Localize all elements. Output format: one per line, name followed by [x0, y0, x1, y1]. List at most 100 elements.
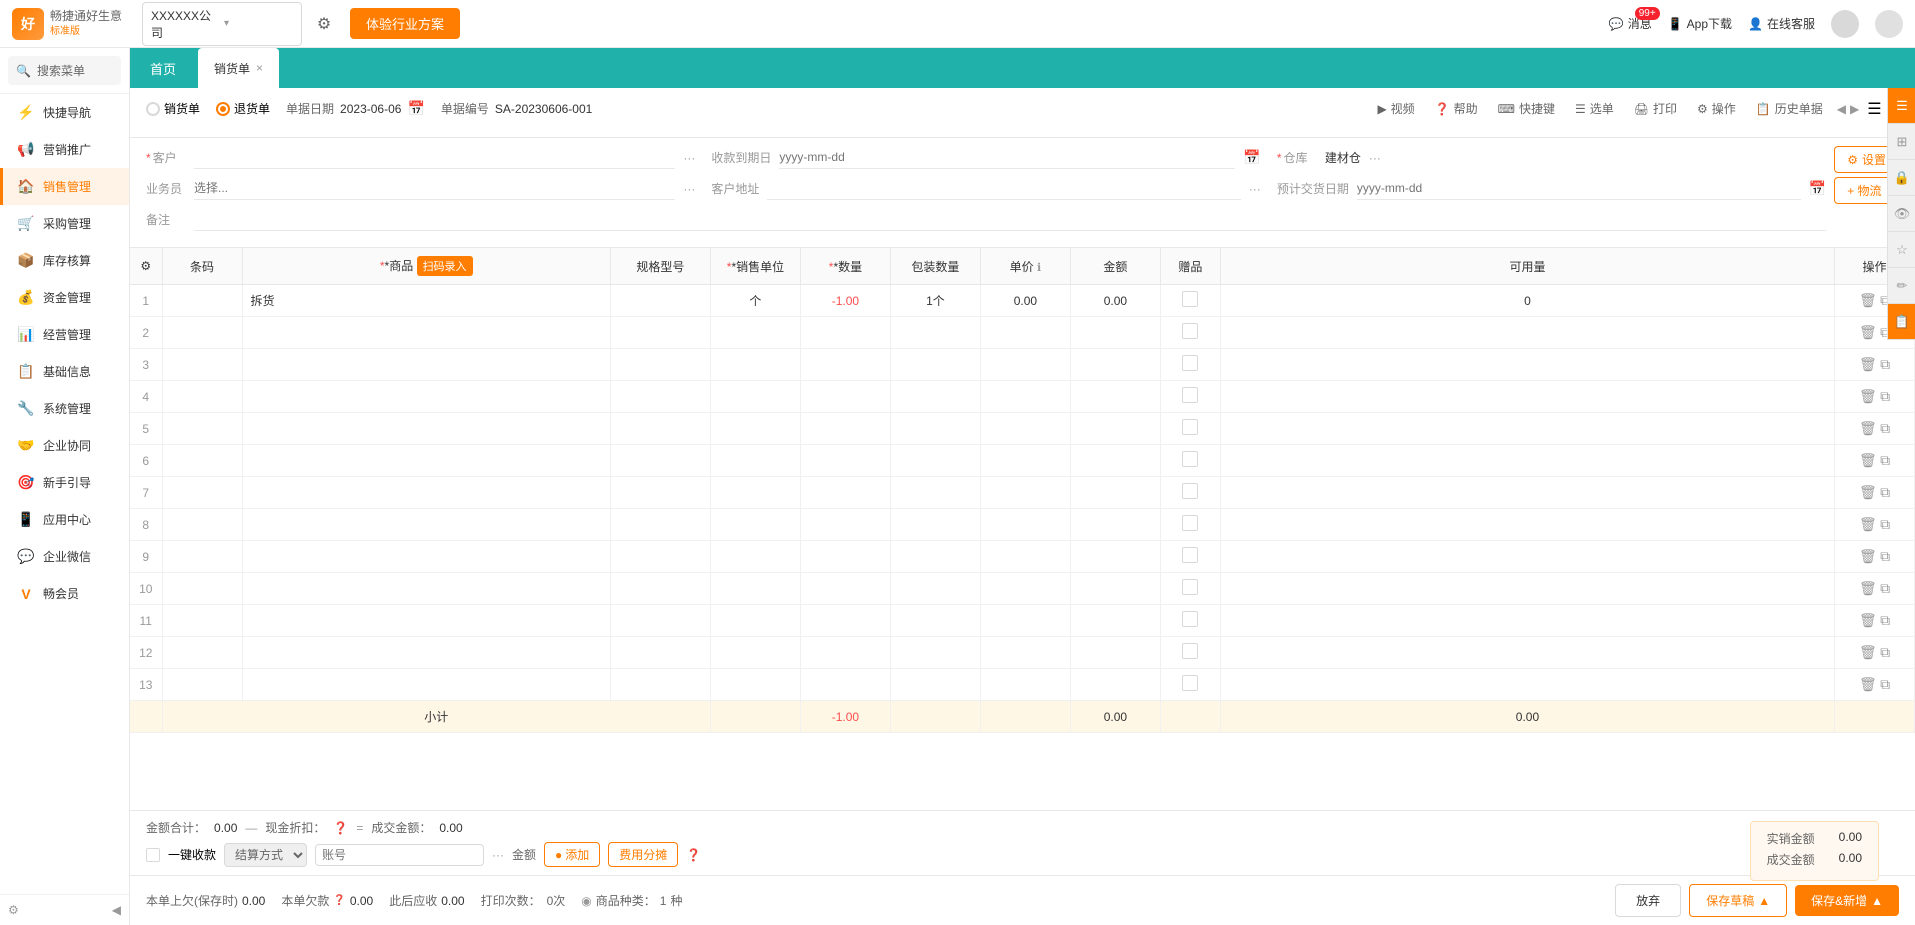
add-payment-btn[interactable]: ● 添加	[544, 842, 600, 867]
delete-row-icon[interactable]: 🗑	[1859, 452, 1877, 468]
eye-float-btn[interactable]: 👁	[1888, 196, 1915, 232]
row-amount[interactable]	[1070, 573, 1160, 605]
select-order-btn[interactable]: ☰ 选单	[1569, 98, 1620, 119]
row-unit[interactable]: 个	[710, 285, 800, 317]
row-product[interactable]	[242, 317, 610, 349]
gift-checkbox[interactable]	[1182, 579, 1198, 595]
row-pack-qty[interactable]	[890, 477, 980, 509]
row-unit[interactable]	[710, 445, 800, 477]
row-barcode[interactable]	[162, 573, 242, 605]
app-download-btn[interactable]: 📱 App下载	[1668, 15, 1732, 32]
gift-checkbox[interactable]	[1182, 611, 1198, 627]
copy-row-icon[interactable]: ⧉	[1880, 516, 1890, 532]
row-unit-price[interactable]	[980, 573, 1070, 605]
row-quantity[interactable]: -1.00	[800, 285, 890, 317]
fee-help-icon[interactable]: ❓	[686, 848, 701, 862]
row-gift[interactable]	[1160, 509, 1220, 541]
row-barcode[interactable]	[162, 381, 242, 413]
delete-row-icon[interactable]: 🗑	[1859, 580, 1877, 596]
row-product[interactable]	[242, 541, 610, 573]
row-pack-qty[interactable]	[890, 605, 980, 637]
row-gift[interactable]	[1160, 349, 1220, 381]
row-spec[interactable]	[610, 317, 710, 349]
salesperson-dots[interactable]: ···	[683, 182, 695, 196]
copy-row-icon[interactable]: ⧉	[1880, 452, 1890, 468]
gift-checkbox[interactable]	[1182, 323, 1198, 339]
row-gift[interactable]	[1160, 381, 1220, 413]
gift-checkbox[interactable]	[1182, 547, 1198, 563]
row-pack-qty[interactable]	[890, 445, 980, 477]
video-btn[interactable]: ▶ 视频	[1371, 98, 1420, 119]
sale-order-radio[interactable]: 销货单	[146, 100, 200, 117]
discount-help-icon[interactable]: ❓	[333, 821, 348, 835]
row-spec[interactable]	[610, 477, 710, 509]
row-gift[interactable]	[1160, 669, 1220, 701]
notes-input[interactable]	[194, 208, 1826, 231]
delete-row-icon[interactable]: 🗑	[1859, 676, 1877, 692]
row-gift[interactable]	[1160, 477, 1220, 509]
row-barcode[interactable]	[162, 445, 242, 477]
row-pack-qty[interactable]	[890, 541, 980, 573]
row-spec[interactable]	[610, 605, 710, 637]
close-tab-icon[interactable]: ×	[256, 61, 263, 75]
row-pack-qty[interactable]	[890, 317, 980, 349]
row-amount[interactable]	[1070, 541, 1160, 573]
delete-row-icon[interactable]: 🗑	[1859, 324, 1877, 340]
delivery-calendar-icon[interactable]: 📅	[1809, 180, 1826, 197]
row-product[interactable]	[242, 637, 610, 669]
return-order-radio[interactable]: 退货单	[216, 100, 270, 117]
row-unit-price[interactable]	[980, 509, 1070, 541]
copy-row-icon[interactable]: ⧉	[1880, 484, 1890, 500]
row-product[interactable]	[242, 669, 610, 701]
payment-calendar-icon[interactable]: 📅	[1243, 149, 1260, 166]
row-product[interactable]	[242, 509, 610, 541]
sidebar-item-system[interactable]: 🔧 系统管理	[0, 390, 129, 427]
list-view-float-btn[interactable]: ☰	[1888, 88, 1915, 124]
row-unit-price[interactable]	[980, 541, 1070, 573]
row-spec[interactable]	[610, 509, 710, 541]
gift-checkbox[interactable]	[1182, 419, 1198, 435]
row-barcode[interactable]	[162, 317, 242, 349]
delivery-date-input[interactable]	[1357, 177, 1801, 200]
customer-dots[interactable]: ···	[683, 151, 695, 165]
online-service-btn[interactable]: 👤 在线客服	[1748, 15, 1815, 32]
shortcuts-btn[interactable]: ⌨ 快捷键	[1492, 98, 1561, 119]
company-selector[interactable]: XXXXXX公司 ▾	[142, 2, 302, 46]
copy-row-icon[interactable]: ⧉	[1880, 580, 1890, 596]
customer-address-input[interactable]	[767, 177, 1240, 200]
row-quantity[interactable]	[800, 413, 890, 445]
save-draft-btn[interactable]: 保存草稿 ▲	[1689, 884, 1787, 917]
row-product[interactable]	[242, 477, 610, 509]
row-quantity[interactable]	[800, 541, 890, 573]
sidebar-item-basic-info[interactable]: 📋 基础信息	[0, 353, 129, 390]
row-quantity[interactable]	[800, 669, 890, 701]
row-pack-qty[interactable]: 1个	[890, 285, 980, 317]
row-quantity[interactable]	[800, 477, 890, 509]
account-input[interactable]	[315, 844, 484, 866]
delete-row-icon[interactable]: 🗑	[1859, 644, 1877, 660]
row-gift[interactable]	[1160, 285, 1220, 317]
trial-plan-btn[interactable]: 体验行业方案	[350, 8, 460, 39]
delete-row-icon[interactable]: 🗑	[1859, 516, 1877, 532]
row-unit[interactable]	[710, 573, 800, 605]
copy-row-icon[interactable]: ⧉	[1880, 676, 1890, 692]
row-amount[interactable]	[1070, 669, 1160, 701]
sidebar-item-quick-nav[interactable]: ⚡ 快捷导航	[0, 94, 129, 131]
row-unit[interactable]	[710, 317, 800, 349]
one-click-payment-checkbox[interactable]	[146, 848, 160, 862]
row-gift[interactable]	[1160, 445, 1220, 477]
row-quantity[interactable]	[800, 637, 890, 669]
row-pack-qty[interactable]	[890, 413, 980, 445]
delete-row-icon[interactable]: 🗑	[1859, 292, 1877, 308]
delete-row-icon[interactable]: 🗑	[1859, 484, 1877, 500]
row-barcode[interactable]	[162, 509, 242, 541]
copy-row-icon[interactable]: ⧉	[1880, 644, 1890, 660]
sidebar-item-sales[interactable]: 🏠 销售管理	[0, 168, 129, 205]
row-barcode[interactable]	[162, 349, 242, 381]
row-product[interactable]	[242, 349, 610, 381]
row-pack-qty[interactable]	[890, 637, 980, 669]
row-unit-price[interactable]	[980, 317, 1070, 349]
row-amount[interactable]	[1070, 637, 1160, 669]
row-unit-price[interactable]	[980, 637, 1070, 669]
payment-due-input[interactable]	[779, 146, 1235, 169]
